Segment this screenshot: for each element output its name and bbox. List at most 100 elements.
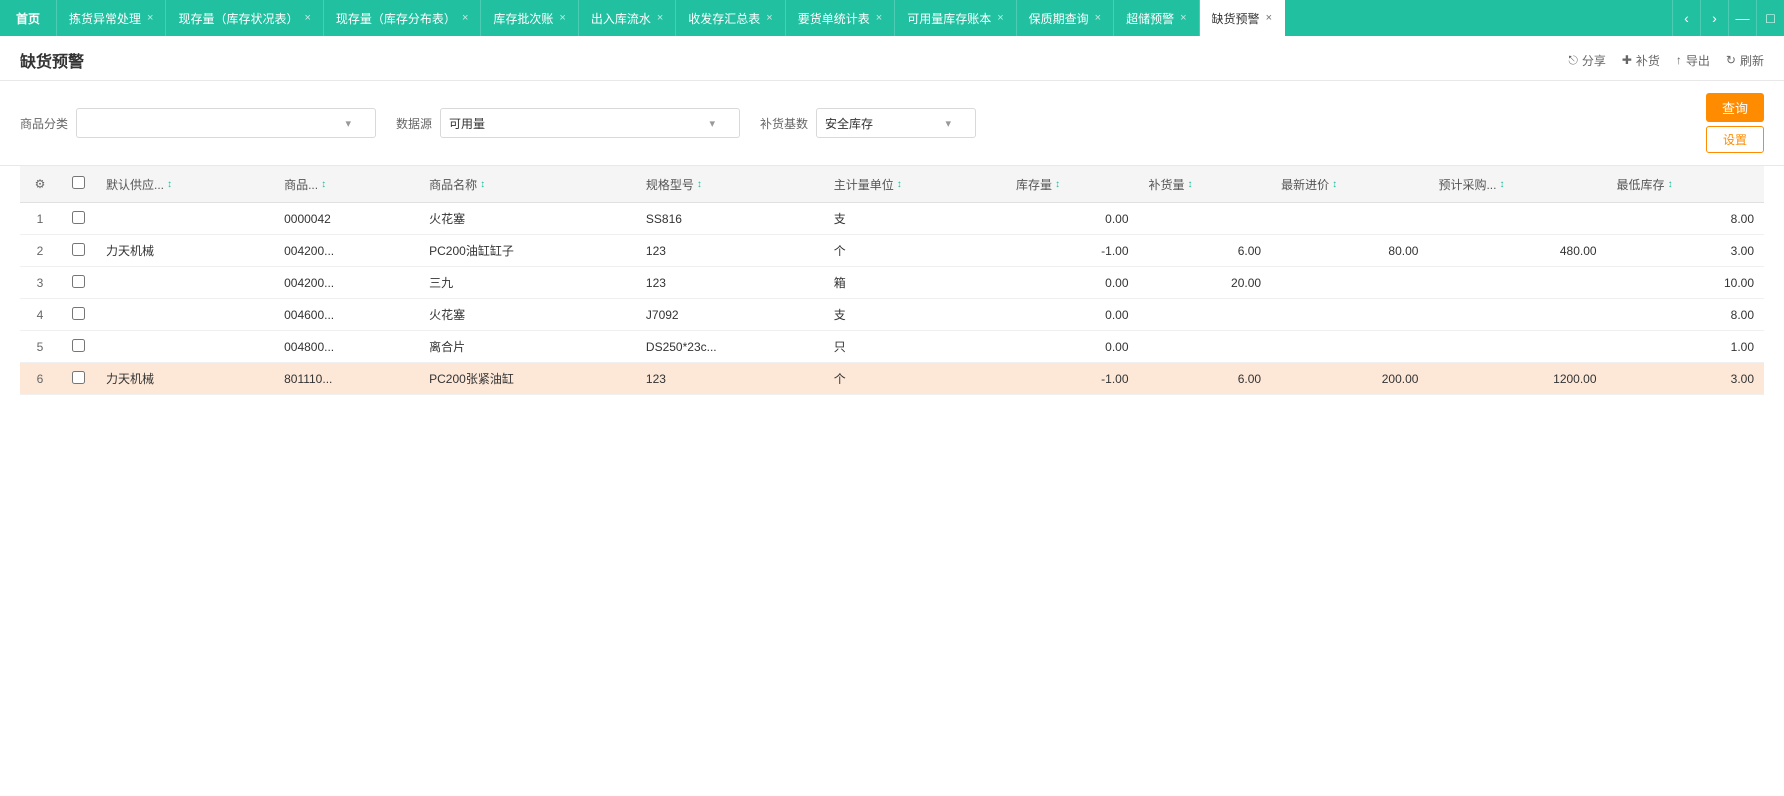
- row-num-6: 6: [20, 363, 60, 395]
- tab-close-inventory-status[interactable]: ×: [304, 12, 310, 24]
- tab-demand-stats[interactable]: 要货单统计表 ×: [786, 0, 895, 36]
- row-checkbox-6: [60, 363, 96, 395]
- tab-inventory-dist[interactable]: 现存量（库存分布表）×: [324, 0, 481, 36]
- row-unit-1: 支: [824, 203, 1006, 235]
- row-stock-qty-1: 0.00: [1006, 203, 1139, 235]
- row-product-name-5: 离合片: [419, 331, 636, 363]
- col-latest-price-sort[interactable]: ↕: [1332, 179, 1337, 190]
- tab-close-receive-summary[interactable]: ×: [766, 12, 772, 24]
- tab-minimize[interactable]: —: [1728, 0, 1756, 36]
- tab-close-overstock[interactable]: ×: [1180, 12, 1186, 24]
- tab-close-expiry-query[interactable]: ×: [1095, 12, 1101, 24]
- category-filter-group: 商品分类 ▾: [20, 108, 376, 138]
- row-est-purchase-5: [1428, 331, 1606, 363]
- select-all-checkbox[interactable]: [72, 176, 85, 189]
- share-button[interactable]: ⎋ 分享: [1568, 52, 1606, 69]
- row-supplier-1: [96, 203, 274, 235]
- tab-close-in-out-flow[interactable]: ×: [657, 12, 663, 24]
- row-est-purchase-4: [1428, 299, 1606, 331]
- export-icon: ↑: [1676, 53, 1682, 67]
- tab-label-overstock: 超储预警: [1126, 10, 1174, 27]
- col-unit: 主计量单位 ↕: [824, 166, 1006, 203]
- datasource-select[interactable]: 可用量 ▾: [440, 108, 740, 138]
- tab-receive-summary[interactable]: 收发存汇总表×: [676, 0, 785, 36]
- col-replenish-qty-sort[interactable]: ↕: [1188, 179, 1193, 190]
- tab-shortage[interactable]: 缺货预警 ×: [1200, 0, 1285, 36]
- col-settings: ⚙: [20, 166, 60, 203]
- tab-close-demand-stats[interactable]: ×: [876, 12, 882, 24]
- table-row: 3 004200... 三九 123 箱 0.00 20.00 10.00: [20, 267, 1764, 299]
- tab-expiry-query[interactable]: 保质期查询×: [1017, 0, 1114, 36]
- category-select[interactable]: ▾: [76, 108, 376, 138]
- tab-overstock[interactable]: 超储预警 ×: [1114, 0, 1199, 36]
- replenish-button[interactable]: ✚ 补货: [1622, 52, 1660, 69]
- col-default-supplier-sort[interactable]: ↕: [167, 179, 172, 190]
- row-unit-2: 个: [824, 235, 1006, 267]
- query-button[interactable]: 查询: [1706, 93, 1764, 122]
- table-row: 5 004800... 离合片 DS250*23c... 只 0.00 1.00: [20, 331, 1764, 363]
- col-stock-qty: 库存量 ↕: [1006, 166, 1139, 203]
- tab-close-available-ledger[interactable]: ×: [997, 12, 1003, 24]
- tab-maximize[interactable]: □: [1756, 0, 1784, 36]
- row-checkbox-3: [60, 267, 96, 299]
- row-select-6[interactable]: [72, 371, 85, 384]
- datasource-filter-group: 数据源 可用量 ▾: [396, 108, 740, 138]
- row-product-code-2: 004200...: [274, 235, 419, 267]
- row-latest-price-5: [1271, 331, 1428, 363]
- tab-close-batch-account[interactable]: ×: [559, 12, 565, 24]
- col-product-name-label: 商品名称: [429, 176, 477, 193]
- row-select-3[interactable]: [72, 275, 85, 288]
- row-supplier-6: 力天机械: [96, 363, 274, 395]
- tab-close-anomaly[interactable]: ×: [147, 12, 153, 24]
- table-row: 6 力天机械 801110... PC200张紧油缸 123 个 -1.00 6…: [20, 363, 1764, 395]
- tab-label-shortage: 缺货预警: [1212, 10, 1260, 27]
- tab-batch-account[interactable]: 库存批次账×: [481, 0, 578, 36]
- tab-home[interactable]: 首页: [0, 0, 57, 36]
- tab-anomaly[interactable]: 拣货异常处理×: [57, 0, 166, 36]
- settings-button[interactable]: 设置: [1706, 126, 1764, 153]
- row-supplier-2: 力天机械: [96, 235, 274, 267]
- row-est-purchase-1: [1428, 203, 1606, 235]
- col-unit-sort[interactable]: ↕: [897, 179, 902, 190]
- tab-close-inventory-dist[interactable]: ×: [462, 12, 468, 24]
- row-spec-4: J7092: [636, 299, 824, 331]
- col-product-code-sort[interactable]: ↕: [321, 179, 326, 190]
- tab-scroll-left[interactable]: ‹: [1672, 0, 1700, 36]
- row-select-5[interactable]: [72, 339, 85, 352]
- col-est-purchase-sort[interactable]: ↕: [1499, 179, 1504, 190]
- row-replenish-qty-4: [1139, 299, 1272, 331]
- col-replenish-qty-label: 补货量: [1149, 176, 1185, 193]
- row-min-stock-1: 8.00: [1607, 203, 1764, 235]
- table-settings-icon[interactable]: ⚙: [30, 174, 50, 194]
- row-stock-qty-6: -1.00: [1006, 363, 1139, 395]
- tab-label-demand-stats: 要货单统计表: [798, 10, 870, 27]
- export-button[interactable]: ↑ 导出: [1676, 52, 1710, 69]
- refresh-button[interactable]: ↻ 刷新: [1726, 52, 1764, 69]
- row-spec-2: 123: [636, 235, 824, 267]
- row-supplier-4: [96, 299, 274, 331]
- col-min-stock-sort[interactable]: ↕: [1668, 179, 1673, 190]
- tab-scroll-right[interactable]: ›: [1700, 0, 1728, 36]
- col-stock-qty-sort[interactable]: ↕: [1055, 179, 1060, 190]
- table-body: 1 0000042 火花塞 SS816 支 0.00 8.00 2 力天机械 0…: [20, 203, 1764, 395]
- row-select-2[interactable]: [72, 243, 85, 256]
- page-content: 缺货预警 ⎋ 分享 ✚ 补货 ↑ 导出 ↻ 刷新 商品分类: [0, 36, 1784, 796]
- tab-close-shortage[interactable]: ×: [1266, 12, 1272, 24]
- row-select-1[interactable]: [72, 211, 85, 224]
- col-product-name-sort[interactable]: ↕: [480, 179, 485, 190]
- col-spec-sort[interactable]: ↕: [697, 179, 702, 190]
- replenish-basis-value: 安全库存: [825, 115, 873, 132]
- col-min-stock-label: 最低库存: [1617, 176, 1665, 193]
- row-product-name-2: PC200油缸缸子: [419, 235, 636, 267]
- tab-available-ledger[interactable]: 可用量库存账本×: [895, 0, 1016, 36]
- tab-in-out-flow[interactable]: 出入库流水×: [579, 0, 676, 36]
- refresh-icon: ↻: [1726, 53, 1736, 67]
- replenish-basis-select[interactable]: 安全库存 ▾: [816, 108, 976, 138]
- datasource-dropdown-arrow: ▾: [710, 117, 716, 130]
- row-select-4[interactable]: [72, 307, 85, 320]
- row-stock-qty-2: -1.00: [1006, 235, 1139, 267]
- col-unit-label: 主计量单位: [834, 176, 894, 193]
- tab-inventory-status[interactable]: 现存量（库存状况表）×: [166, 0, 323, 36]
- row-product-code-1: 0000042: [274, 203, 419, 235]
- row-unit-6: 个: [824, 363, 1006, 395]
